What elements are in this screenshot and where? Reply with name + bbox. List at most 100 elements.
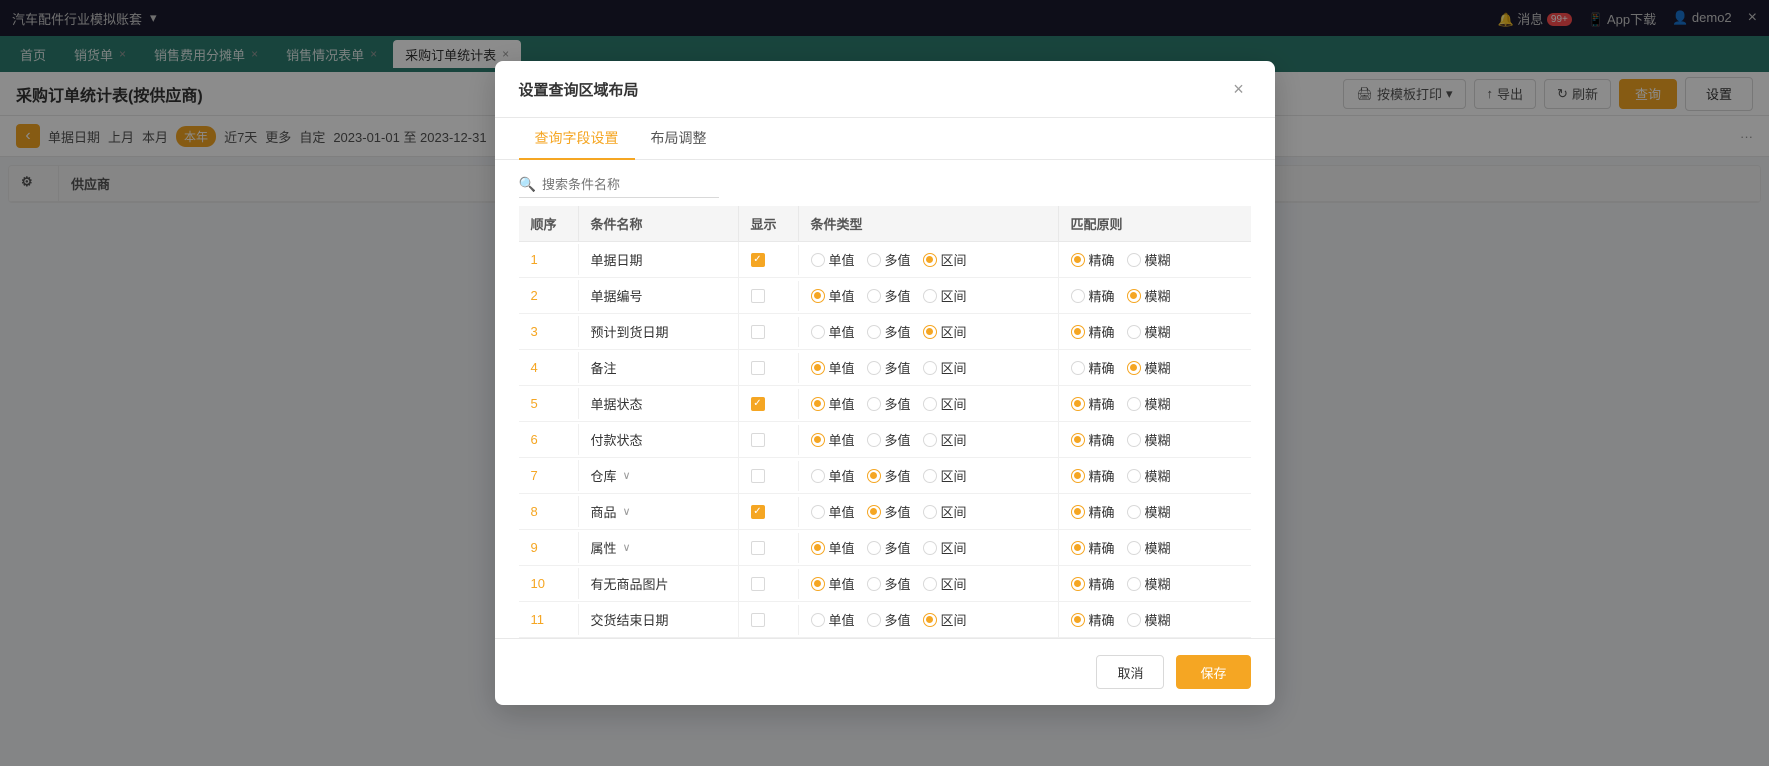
match-option[interactable]: 模糊: [1127, 610, 1171, 629]
type-label: 区间: [941, 466, 967, 485]
type-label: 单值: [829, 358, 855, 377]
type-option[interactable]: 单值: [811, 430, 855, 449]
match-option[interactable]: 精确: [1071, 322, 1115, 341]
match-label: 模糊: [1145, 286, 1171, 305]
type-option[interactable]: 多值: [867, 394, 911, 413]
type-option[interactable]: 单值: [811, 610, 855, 629]
search-input[interactable]: [542, 177, 702, 192]
type-option[interactable]: 多值: [867, 502, 911, 521]
display-checkbox[interactable]: [751, 541, 765, 555]
type-option[interactable]: 区间: [923, 574, 967, 593]
type-option[interactable]: 多值: [867, 358, 911, 377]
type-option[interactable]: 单值: [811, 286, 855, 305]
type-label: 区间: [941, 394, 967, 413]
type-option[interactable]: 多值: [867, 538, 911, 557]
type-option[interactable]: 区间: [923, 610, 967, 629]
type-option[interactable]: 多值: [867, 574, 911, 593]
condition-name: 有无商品图片: [591, 574, 669, 593]
table-row: 1单据日期 单值 多值 区间 精确 模糊: [519, 242, 1251, 278]
match-option[interactable]: 模糊: [1127, 538, 1171, 557]
display-checkbox[interactable]: [751, 469, 765, 483]
type-option[interactable]: 多值: [867, 286, 911, 305]
cell-order-8: 9: [519, 532, 579, 563]
type-option[interactable]: 区间: [923, 466, 967, 485]
type-option[interactable]: 单值: [811, 394, 855, 413]
type-label: 单值: [829, 610, 855, 629]
cancel-button[interactable]: 取消: [1096, 655, 1164, 689]
type-option[interactable]: 区间: [923, 430, 967, 449]
match-label: 精确: [1089, 250, 1115, 269]
radio-dot: [1071, 577, 1085, 591]
match-option[interactable]: 精确: [1071, 430, 1115, 449]
match-option[interactable]: 模糊: [1127, 574, 1171, 593]
type-option[interactable]: 多值: [867, 322, 911, 341]
type-option[interactable]: 单值: [811, 538, 855, 557]
cell-type-0: 单值 多值 区间: [799, 242, 1059, 277]
type-label: 区间: [941, 322, 967, 341]
match-option[interactable]: 精确: [1071, 286, 1115, 305]
match-option[interactable]: 精确: [1071, 610, 1115, 629]
type-option[interactable]: 单值: [811, 250, 855, 269]
type-option[interactable]: 单值: [811, 322, 855, 341]
display-checkbox[interactable]: [751, 289, 765, 303]
cell-name-3: 备注: [579, 350, 739, 385]
type-option[interactable]: 区间: [923, 538, 967, 557]
display-checkbox[interactable]: [751, 505, 765, 519]
type-label: 多值: [885, 358, 911, 377]
type-option[interactable]: 单值: [811, 358, 855, 377]
match-option[interactable]: 精确: [1071, 358, 1115, 377]
dialog-close-button[interactable]: ×: [1227, 77, 1251, 101]
match-option[interactable]: 模糊: [1127, 286, 1171, 305]
match-option[interactable]: 模糊: [1127, 394, 1171, 413]
cell-display-1: [739, 281, 799, 311]
display-checkbox[interactable]: [751, 325, 765, 339]
save-button[interactable]: 保存: [1176, 655, 1250, 689]
tab-layout-adjust[interactable]: 布局调整: [635, 118, 723, 160]
match-option[interactable]: 精确: [1071, 250, 1115, 269]
type-option[interactable]: 单值: [811, 502, 855, 521]
match-option[interactable]: 模糊: [1127, 358, 1171, 377]
match-option[interactable]: 模糊: [1127, 430, 1171, 449]
tab-field-settings[interactable]: 查询字段设置: [519, 118, 635, 160]
radio-dot: [1071, 325, 1085, 339]
display-checkbox[interactable]: [751, 613, 765, 627]
type-option[interactable]: 区间: [923, 394, 967, 413]
display-checkbox[interactable]: [751, 253, 765, 267]
match-radio-group: 精确 模糊: [1071, 430, 1171, 449]
chevron-down-icon[interactable]: ∨: [623, 469, 631, 482]
type-option[interactable]: 多值: [867, 430, 911, 449]
match-option[interactable]: 模糊: [1127, 466, 1171, 485]
cell-order-5: 6: [519, 424, 579, 455]
chevron-down-icon[interactable]: ∨: [623, 541, 631, 554]
type-option[interactable]: 单值: [811, 466, 855, 485]
match-option[interactable]: 模糊: [1127, 322, 1171, 341]
match-option[interactable]: 精确: [1071, 394, 1115, 413]
display-checkbox[interactable]: [751, 397, 765, 411]
type-option[interactable]: 多值: [867, 610, 911, 629]
match-option[interactable]: 精确: [1071, 574, 1115, 593]
type-option[interactable]: 区间: [923, 286, 967, 305]
type-option[interactable]: 单值: [811, 574, 855, 593]
match-option[interactable]: 精确: [1071, 538, 1115, 557]
cell-name-2: 预计到货日期: [579, 314, 739, 349]
cell-match-9: 精确 模糊: [1059, 566, 1259, 601]
th-name: 条件名称: [579, 206, 739, 241]
display-checkbox[interactable]: [751, 433, 765, 447]
type-option[interactable]: 区间: [923, 322, 967, 341]
th-display: 显示: [739, 206, 799, 241]
match-radio-group: 精确 模糊: [1071, 358, 1171, 377]
match-option[interactable]: 模糊: [1127, 250, 1171, 269]
display-checkbox[interactable]: [751, 361, 765, 375]
match-option[interactable]: 精确: [1071, 466, 1115, 485]
type-option[interactable]: 区间: [923, 250, 967, 269]
display-checkbox[interactable]: [751, 577, 765, 591]
type-option[interactable]: 区间: [923, 358, 967, 377]
order-number: 10: [531, 576, 545, 591]
type-option[interactable]: 多值: [867, 466, 911, 485]
type-option[interactable]: 区间: [923, 502, 967, 521]
type-option[interactable]: 多值: [867, 250, 911, 269]
chevron-down-icon[interactable]: ∨: [623, 505, 631, 518]
match-option[interactable]: 模糊: [1127, 502, 1171, 521]
type-label: 单值: [829, 430, 855, 449]
match-option[interactable]: 精确: [1071, 502, 1115, 521]
